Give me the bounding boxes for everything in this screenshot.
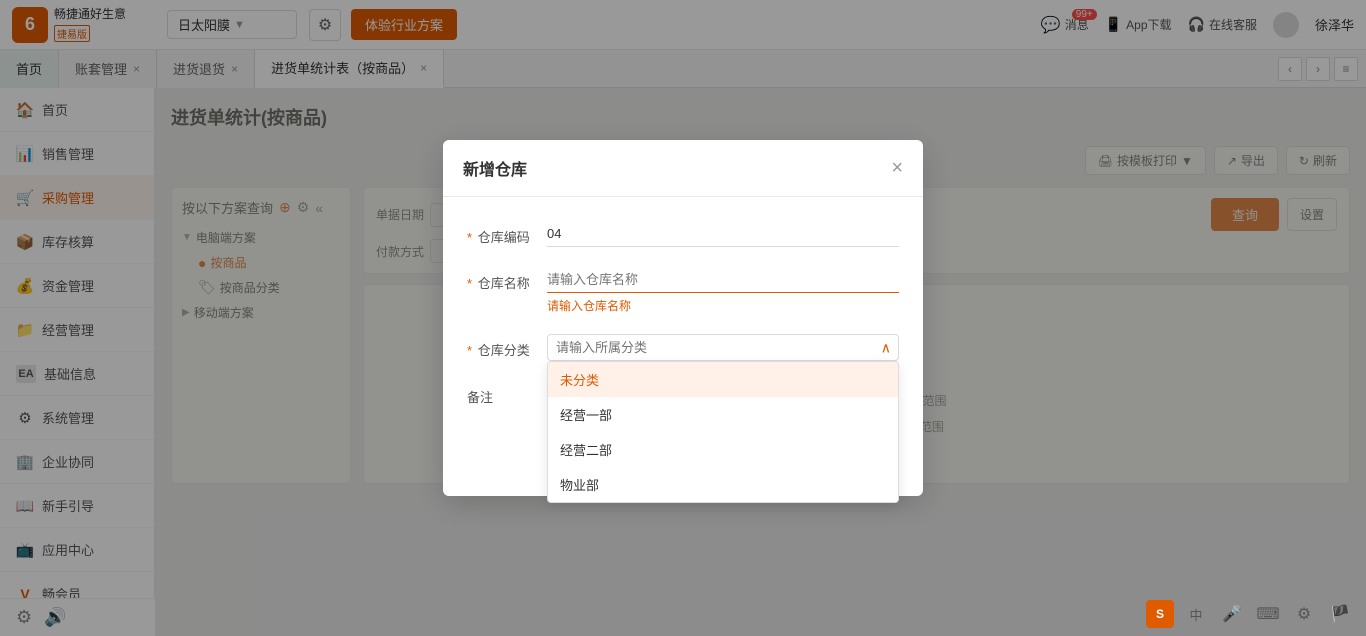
form-name-field: 请输入仓库名称 [547, 267, 899, 314]
bottom-icons-bar: S 中 🎤 ⌨ ⚙ 🏴 [1134, 592, 1366, 636]
keyboard-icon[interactable]: ⌨ [1254, 600, 1282, 628]
category-dropdown-arrow[interactable]: ∧ [881, 339, 891, 356]
form-row-name: * 仓库名称 请输入仓库名称 [467, 267, 899, 314]
modal-title: 新增仓库 [463, 156, 527, 180]
form-row-category: * 仓库分类 ∧ 未分类 经营一部 经营二部 物业部 [467, 334, 899, 361]
form-category-field: ∧ 未分类 经营一部 经营二部 物业部 [547, 334, 899, 361]
shuang-icon[interactable]: S [1146, 600, 1174, 628]
form-note-label: 备注 [467, 381, 547, 406]
dropdown-item-3[interactable]: 物业部 [548, 467, 898, 502]
dropdown-item-0[interactable]: 未分类 [548, 362, 898, 397]
settings2-icon[interactable]: ⚙ [1290, 600, 1318, 628]
chinese-input-icon[interactable]: 中 [1182, 600, 1210, 628]
modal-body: * 仓库编码 * 仓库名称 请输入仓库名称 [443, 197, 923, 432]
required-star-name: * [467, 276, 472, 291]
form-category-label: * 仓库分类 [467, 334, 547, 359]
form-code-field [547, 221, 899, 247]
modal-overlay: 新增仓库 × * 仓库编码 * 仓库名称 [0, 0, 1366, 636]
category-select-wrap: ∧ [547, 334, 899, 361]
required-star-category: * [467, 343, 472, 358]
new-warehouse-modal: 新增仓库 × * 仓库编码 * 仓库名称 [443, 140, 923, 496]
modal-header: 新增仓库 × [443, 140, 923, 197]
warehouse-name-input[interactable] [547, 267, 899, 293]
form-name-label: * 仓库名称 [467, 267, 547, 292]
category-input[interactable] [547, 334, 899, 361]
category-dropdown-list: 未分类 经营一部 经营二部 物业部 [547, 361, 899, 503]
warehouse-code-input[interactable] [547, 221, 899, 247]
name-error-msg: 请输入仓库名称 [547, 297, 899, 314]
dropdown-item-1[interactable]: 经营一部 [548, 397, 898, 432]
form-row-code: * 仓库编码 [467, 221, 899, 247]
dropdown-item-2[interactable]: 经营二部 [548, 432, 898, 467]
mic-icon[interactable]: 🎤 [1218, 600, 1246, 628]
required-star-code: * [467, 230, 472, 245]
flag-icon[interactable]: 🏴 [1326, 600, 1354, 628]
form-code-label: * 仓库编码 [467, 221, 547, 246]
modal-close-btn[interactable]: × [891, 158, 903, 178]
